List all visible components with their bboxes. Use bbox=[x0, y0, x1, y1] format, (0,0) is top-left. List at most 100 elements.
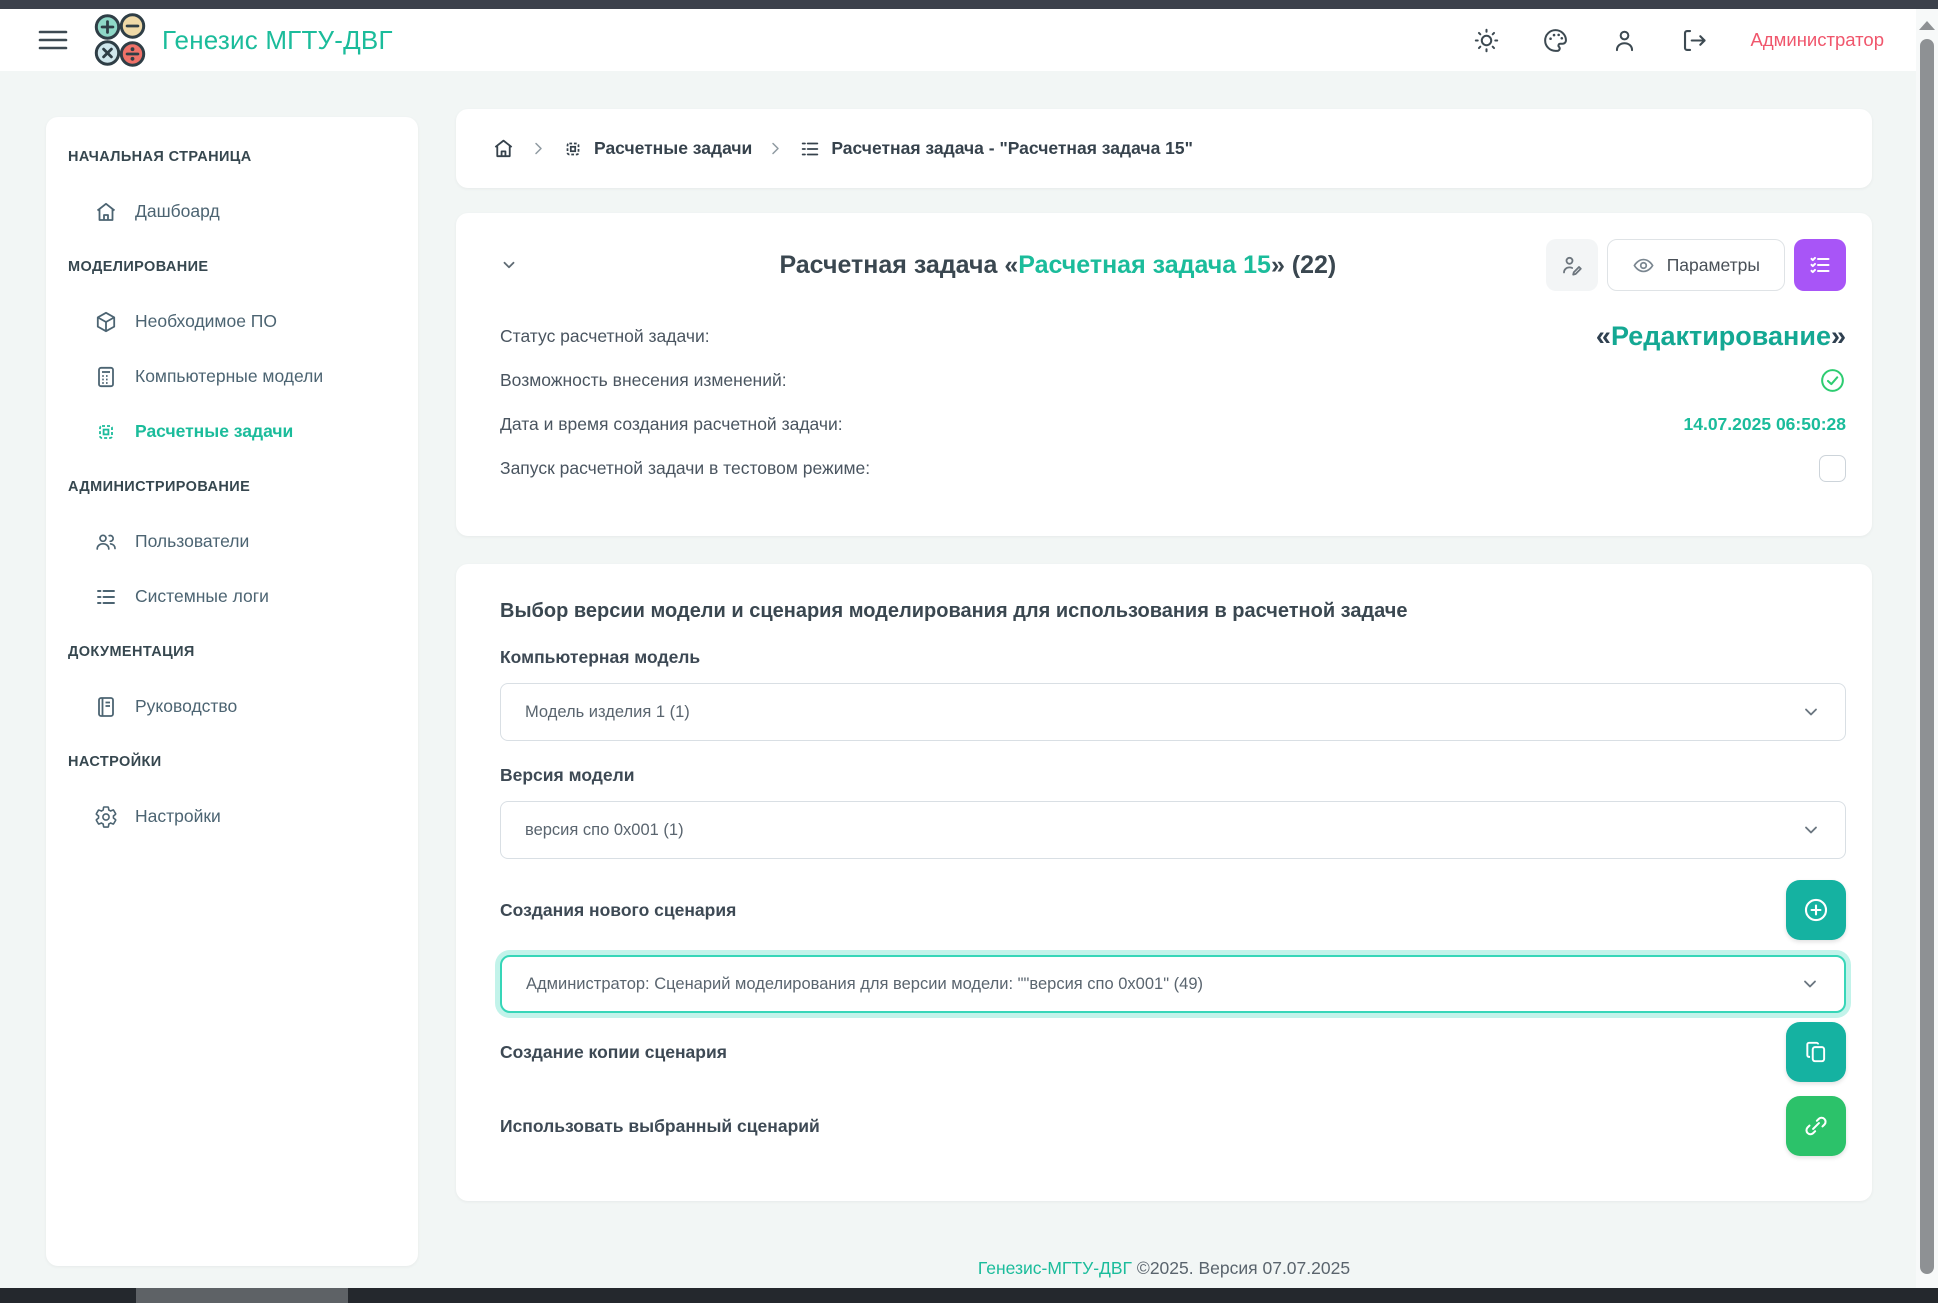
sidebar-item-label: Дашбоард bbox=[135, 201, 220, 221]
menu-toggle-button[interactable] bbox=[38, 28, 68, 52]
title-actions: Параметры bbox=[1545, 239, 1846, 291]
version-select[interactable]: версия спо 0x001 (1) bbox=[500, 801, 1846, 859]
palette-icon[interactable] bbox=[1542, 27, 1569, 54]
chevron-down-icon bbox=[1800, 974, 1820, 994]
version-label: Версия модели bbox=[500, 765, 635, 785]
person-icon[interactable] bbox=[1611, 27, 1638, 54]
top-edge-bar bbox=[0, 0, 1938, 9]
model-select[interactable]: Модель изделия 1 (1) bbox=[500, 683, 1846, 741]
task-summary-card: Расчетная задача «Расчетная задача 15» (… bbox=[456, 213, 1872, 536]
scenario-select[interactable]: Администратор: Сценарий моделирования дл… bbox=[500, 955, 1846, 1013]
edit-user-button[interactable] bbox=[1545, 239, 1598, 291]
created-row: Дата и время создания расчетной задачи: … bbox=[456, 402, 1872, 446]
use-scenario-label: Использовать выбранный сценарий bbox=[500, 1115, 820, 1136]
sidebar-item-label: Настройки bbox=[135, 806, 221, 826]
status-label: Статус расчетной задачи: bbox=[500, 325, 710, 346]
chevron-right-icon bbox=[768, 141, 783, 156]
scroll-up-arrow[interactable] bbox=[1919, 21, 1935, 30]
breadcrumb-home[interactable] bbox=[492, 137, 515, 160]
chevron-down-icon bbox=[1801, 702, 1821, 722]
menu-icon bbox=[38, 28, 68, 52]
eye-icon bbox=[1632, 254, 1655, 277]
selection-heading: Выбор версии модели и сценария моделиров… bbox=[500, 600, 1408, 622]
title-task-name: Расчетная задача 15 bbox=[1018, 250, 1271, 279]
sun-icon[interactable] bbox=[1473, 27, 1500, 54]
status-row: Статус расчетной задачи: «Редактирование… bbox=[456, 314, 1872, 358]
copy-scenario-row: Создание копии сценария bbox=[500, 1022, 1846, 1082]
selection-card: Выбор версии модели и сценария моделиров… bbox=[456, 564, 1872, 1201]
copy-scenario-button[interactable] bbox=[1786, 1022, 1846, 1082]
breadcrumb-tasks[interactable]: Расчетные задачи bbox=[562, 138, 752, 160]
task-list-button[interactable] bbox=[1794, 239, 1846, 291]
collapse-chevron-icon[interactable] bbox=[500, 256, 570, 274]
sidebar-item-logs[interactable]: Системные логи bbox=[46, 569, 418, 624]
sidebar-item-label: Системные логи bbox=[135, 586, 269, 606]
calc-logo-icon bbox=[92, 12, 148, 68]
title-text: Расчетная задача « bbox=[779, 250, 1019, 279]
title-text: » (22) bbox=[1270, 250, 1337, 279]
parameters-button[interactable]: Параметры bbox=[1606, 239, 1785, 291]
breadcrumb-current[interactable]: Расчетная задача - "Расчетная задача 15" bbox=[799, 138, 1193, 160]
horizontal-scrollbar-thumb[interactable] bbox=[136, 1288, 348, 1303]
status-value: «Редактирование» bbox=[1596, 321, 1846, 352]
use-scenario-button[interactable] bbox=[1786, 1096, 1846, 1156]
sidebar-item-users[interactable]: Пользователи bbox=[46, 514, 418, 569]
chip-icon bbox=[562, 138, 584, 160]
user-role-label[interactable]: Администратор bbox=[1751, 29, 1884, 51]
vertical-scrollbar[interactable] bbox=[1916, 9, 1938, 1300]
test-mode-row: Запуск расчетной задачи в тестовом режим… bbox=[456, 446, 1872, 490]
app-window: Генезис МГТУ-ДВГ Администратор НАЧАЛЬНАЯ… bbox=[0, 0, 1938, 1303]
app-header: Генезис МГТУ-ДВГ Администратор bbox=[0, 9, 1916, 71]
chevron-right-icon bbox=[531, 141, 546, 156]
home-icon bbox=[492, 137, 515, 160]
sidebar-section-home: НАЧАЛЬНАЯ СТРАНИЦА bbox=[68, 148, 252, 165]
checklist-icon bbox=[1808, 253, 1832, 277]
sidebar-item-models[interactable]: Компьютерные модели bbox=[46, 349, 418, 404]
new-scenario-row: Создания нового сценария bbox=[500, 880, 1846, 940]
sidebar-item-settings[interactable]: Настройки bbox=[46, 789, 418, 844]
status-word: Редактирование bbox=[1610, 320, 1831, 351]
sidebar-section-admin: АДМИНИСТРИРОВАНИЕ bbox=[68, 478, 251, 495]
model-select-value: Модель изделия 1 (1) bbox=[525, 702, 690, 721]
footer-brand-link[interactable]: Генезис-МГТУ-ДВГ bbox=[978, 1258, 1132, 1278]
sidebar-item-label: Руководство bbox=[135, 696, 238, 716]
new-scenario-label: Создания нового сценария bbox=[500, 899, 737, 920]
sidebar-item-tasks[interactable]: Расчетные задачи bbox=[46, 404, 418, 459]
breadcrumb: Расчетные задачи Расчетная задача - "Рас… bbox=[456, 109, 1872, 188]
vertical-scrollbar-thumb[interactable] bbox=[1920, 39, 1934, 1274]
test-mode-checkbox[interactable] bbox=[1819, 454, 1846, 482]
status-quote: « bbox=[1595, 320, 1611, 351]
sidebar-item-dashboard[interactable]: Дашбоард bbox=[46, 184, 418, 239]
breadcrumb-label: Расчетная задача - "Расчетная задача 15" bbox=[831, 138, 1193, 158]
cube-icon bbox=[94, 310, 118, 334]
plus-circle-icon bbox=[1802, 896, 1830, 924]
header-actions: Администратор bbox=[1473, 27, 1884, 54]
copy-scenario-label: Создание копии сценария bbox=[500, 1041, 727, 1062]
sidebar-item-manual[interactable]: Руководство bbox=[46, 679, 418, 734]
task-status-list: Статус расчетной задачи: «Редактирование… bbox=[456, 314, 1872, 490]
created-value: 14.07.2025 06:50:28 bbox=[1683, 413, 1847, 434]
create-scenario-button[interactable] bbox=[1786, 880, 1846, 940]
page-title: Расчетная задача «Расчетная задача 15» (… bbox=[570, 251, 1546, 280]
copy-icon bbox=[1803, 1039, 1829, 1065]
test-mode-label: Запуск расчетной задачи в тестовом режим… bbox=[500, 457, 871, 478]
logout-icon[interactable] bbox=[1680, 27, 1709, 54]
sidebar-item-label: Компьютерные модели bbox=[135, 366, 324, 386]
home-icon bbox=[94, 200, 118, 224]
status-quote: » bbox=[1830, 320, 1846, 351]
footer-version-text: ©2025. Версия 07.07.2025 bbox=[1136, 1258, 1351, 1278]
sidebar-section-docs: ДОКУМЕНТАЦИЯ bbox=[68, 643, 195, 660]
check-circle-icon bbox=[1819, 367, 1846, 394]
horizontal-scrollbar[interactable] bbox=[0, 1288, 1938, 1303]
app-footer: Генезис-МГТУ-ДВГ ©2025. Версия 07.07.202… bbox=[456, 1258, 1872, 1279]
brand-title: Генезис МГТУ-ДВГ bbox=[162, 24, 393, 55]
created-label: Дата и время создания расчетной задачи: bbox=[500, 413, 843, 434]
sidebar-item-software[interactable]: Необходимое ПО bbox=[46, 294, 418, 349]
sidebar-item-label: Необходимое ПО bbox=[135, 311, 277, 331]
version-select-value: версия спо 0x001 (1) bbox=[525, 820, 684, 839]
scenario-select-value: Администратор: Сценарий моделирования дл… bbox=[526, 974, 1203, 993]
person-edit-icon bbox=[1560, 253, 1584, 277]
chip-icon bbox=[94, 420, 118, 444]
calculator-icon bbox=[94, 365, 118, 389]
link-icon bbox=[1803, 1113, 1829, 1139]
